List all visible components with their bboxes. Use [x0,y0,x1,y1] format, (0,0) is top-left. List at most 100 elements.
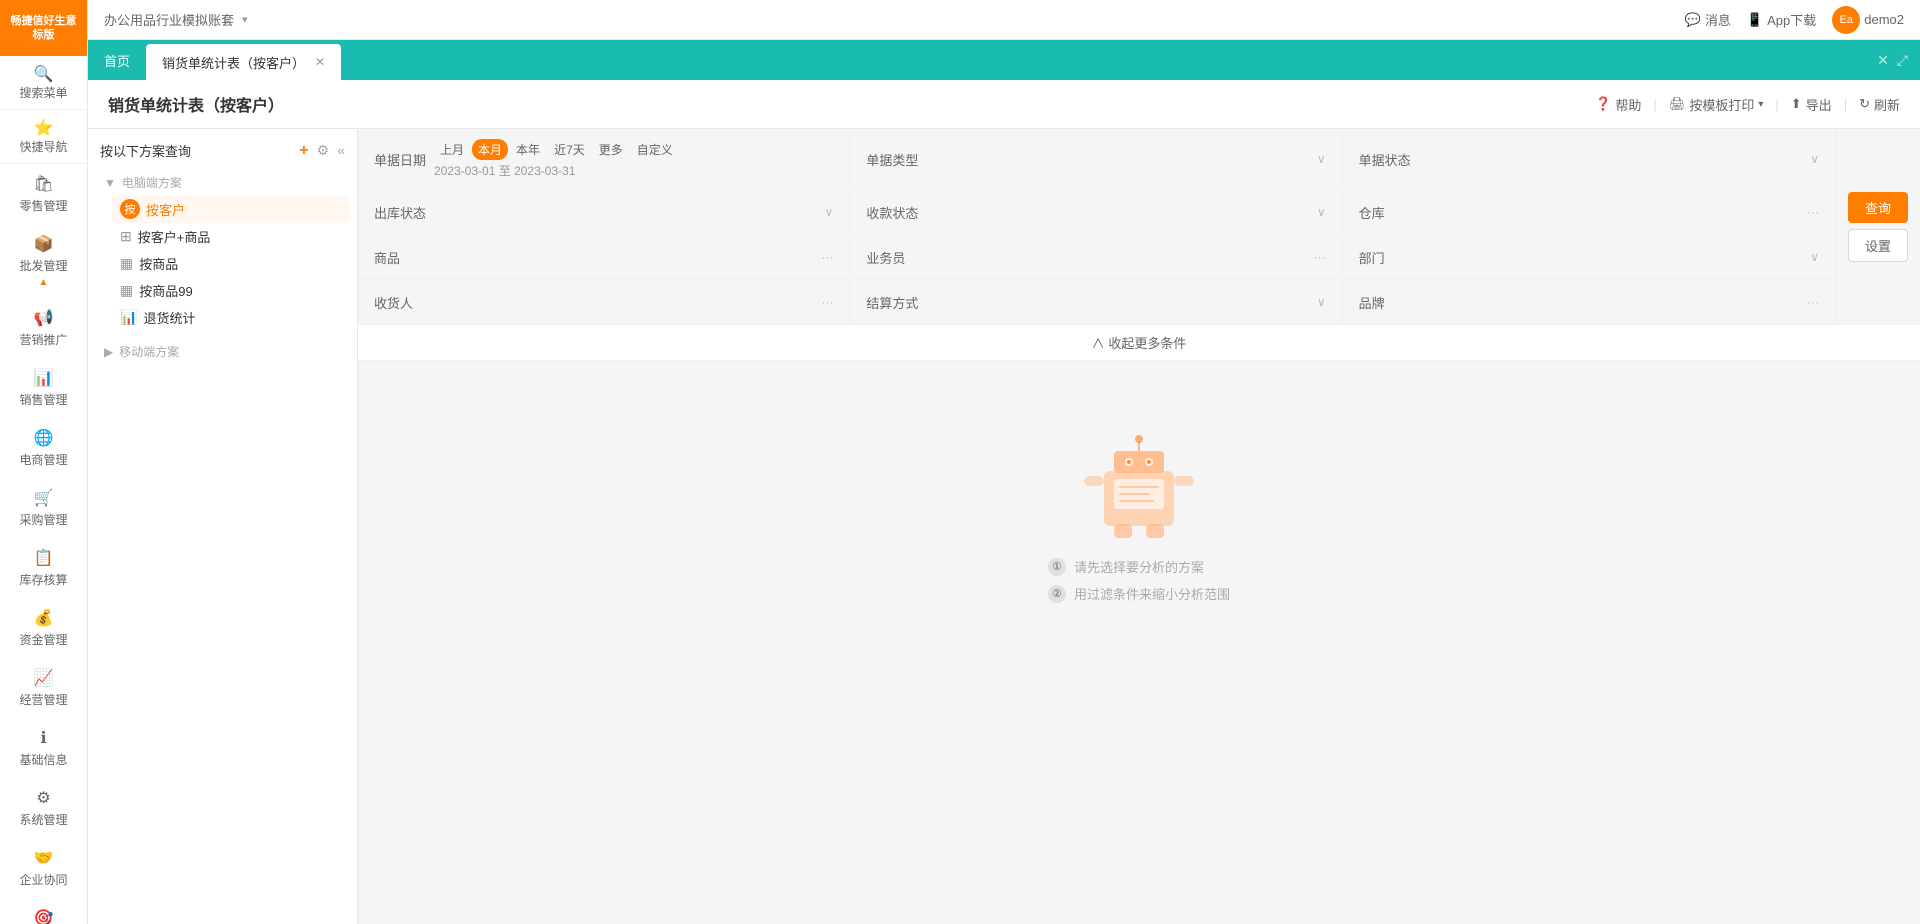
receiver-more-icon[interactable]: ··· [821,295,833,309]
tree-item-by-goods-99[interactable]: ▦ 按商品99 [112,277,349,304]
order-status-dropdown-icon[interactable]: ∨ [1810,152,1819,166]
sidebar: 畅捷信好生意标版 🔍 搜索菜单 ⭐ 快捷导航 🛍 零售管理 📦 批发管理 ▲ 📢… [0,0,88,924]
print-dropdown-icon[interactable]: ▾ [1758,99,1763,110]
sidebar-item-newguide[interactable]: 🎯 新手引导 [0,898,87,924]
warehouse-more-icon[interactable]: ··· [1807,205,1819,219]
tab-label: 销货单统计表（按客户） [162,53,305,72]
sidebar-item-retail[interactable]: 🛍 零售管理 [0,164,87,224]
tab-sales-stats[interactable]: 销货单统计表（按客户） ✕ [146,44,341,80]
out-status-dropdown-icon[interactable]: ∨ [825,205,834,219]
sidebar-item-marketing[interactable]: 📢 营销推广 [0,298,87,358]
filter-row-4: 收货人 ··· 结算方式 ∨ 品牌 [358,280,1835,325]
out-status-label: 出库状态 [374,203,426,222]
tabbar: 首页 销货单统计表（按客户） ✕ ✕ ⤢ [88,40,1920,80]
sidebar-item-wholesale[interactable]: 📦 批发管理 ▲ [0,224,87,298]
sidebar-item-quicknav[interactable]: ⭐ 快捷导航 [0,110,87,164]
chart-icon: 📊 [120,309,137,326]
by-customer-label: 按客户 [146,200,185,219]
sidebar-item-label: 搜索菜单 [0,84,87,101]
tree-desktop-children: 按 按客户 ⊞ 按客户+商品 ▦ 按商品 ▦ 按商品99 [96,195,349,331]
query-button[interactable]: 查询 [1848,192,1908,223]
staff-label: 业务员 [866,248,905,267]
filter-content: 单据日期 上月 本月 本年 近7天 更多 自定义 [358,129,1920,325]
sidebar-item-label: 采购管理 [19,511,67,528]
help-button[interactable]: ❓ 帮助 [1595,95,1641,114]
sidebar-item-enterprise[interactable]: 🤝 企业协同 [0,838,87,898]
date-tab-last-month[interactable]: 上月 [434,139,470,160]
sidebar-item-basic[interactable]: ℹ 基础信息 [0,718,87,778]
sidebar-item-purchase[interactable]: 🛒 采购管理 [0,478,87,538]
sidebar-item-inventory[interactable]: 📋 库存核算 [0,538,87,598]
tab-home[interactable]: 首页 [88,40,146,80]
date-tab-this-month[interactable]: 本月 [472,139,508,160]
mobile-expand-icon[interactable]: ▶ [104,345,113,359]
sidebar-item-label: 营销推广 [19,331,67,348]
sidebar-item-finance[interactable]: 💰 资金管理 [0,598,87,658]
brand-more-icon[interactable]: ··· [1807,295,1819,309]
collapse-label: 收起更多条件 [1108,336,1186,351]
date-tab-more[interactable]: 更多 [593,139,629,160]
order-type-label: 单据类型 [866,150,918,169]
sidebar-item-label: 批发管理 [19,257,67,274]
tab-maximize-icon[interactable]: ⤢ [1897,52,1908,69]
industry-dropdown[interactable]: ▾ [242,13,248,26]
sidebar-item-system[interactable]: ⚙ 系统管理 [0,778,87,838]
dept-dropdown-icon[interactable]: ∨ [1810,250,1819,264]
sidebar-item-label: 零售管理 [19,197,67,214]
newguide-icon: 🎯 [34,908,54,924]
right-panel: 单据日期 上月 本月 本年 近7天 更多 自定义 [358,129,1920,924]
staff-more-icon[interactable]: ··· [1314,250,1326,264]
date-label: 单据日期 [374,150,426,169]
add-scheme-icon[interactable]: + [299,142,308,160]
table2-icon: ▦ [120,282,133,299]
app-download-label: App下载 [1767,10,1816,29]
divider3: | [1844,97,1847,112]
step-1-num: ① [1048,558,1066,576]
ecommerce-icon: 🌐 [34,428,54,448]
settings-scheme-icon[interactable]: ⚙ [317,142,330,160]
date-tab-this-year[interactable]: 本年 [510,139,546,160]
message-button[interactable]: 💬 消息 [1685,10,1731,29]
date-tabs: 上月 本月 本年 近7天 更多 自定义 [434,139,833,160]
app-download-button[interactable]: 📱 App下载 [1747,10,1816,29]
collect-status-dropdown-icon[interactable]: ∨ [1317,205,1326,219]
template-print-label: 按模板打印 [1689,95,1754,114]
sidebar-item-operation[interactable]: 📈 经营管理 [0,658,87,718]
export-button[interactable]: ⬆ 导出 [1791,95,1832,114]
goods-more-icon[interactable]: ··· [821,250,833,264]
collapse-bar[interactable]: ∧ 收起更多条件 [358,325,1920,361]
grid-icon: ⊞ [120,228,132,245]
order-status-label: 单据状态 [1359,150,1411,169]
collapse-icon: ∧ [1092,336,1105,351]
date-range: 2023-03-01 至 2023-03-31 [434,162,833,179]
robot-svg [1079,421,1199,541]
settings-button[interactable]: 设置 [1848,229,1908,262]
expand-icon[interactable]: ▼ [104,176,116,190]
sidebar-item-sales[interactable]: 📊 销售管理 [0,358,87,418]
sales-icon: 📊 [34,368,54,388]
inventory-icon: 📋 [34,548,54,568]
sidebar-item-search[interactable]: 🔍 搜索菜单 [0,56,87,110]
tab-close-icon[interactable]: ✕ [315,55,325,69]
tab-minimize-icon[interactable]: ✕ [1877,52,1889,69]
settlement-dropdown-icon[interactable]: ∨ [1317,295,1326,309]
message-label: 消息 [1705,10,1731,29]
order-type-dropdown-icon[interactable]: ∨ [1317,152,1326,166]
date-tab-7days[interactable]: 近7天 [548,139,591,160]
refresh-button[interactable]: ↻ 刷新 [1859,95,1900,114]
tree-item-by-customer-goods[interactable]: ⊞ 按客户+商品 [112,223,349,250]
sidebar-item-ecommerce[interactable]: 🌐 电商管理 [0,418,87,478]
user-menu[interactable]: Ea demo2 [1832,6,1904,34]
date-tab-custom[interactable]: 自定义 [631,139,679,160]
filter-row-2: 出库状态 ∨ 收款状态 ∨ 仓库 [358,190,1835,235]
goods-label: 商品 [374,248,400,267]
settlement-label: 结算方式 [866,293,918,312]
template-print-button[interactable]: 🖨 按模板打印 ▾ [1669,95,1764,114]
tree-item-return-stats[interactable]: 📊 退货统计 [112,304,349,331]
topbar: 办公用品行业模拟账套 ▾ 💬 消息 📱 App下载 Ea demo2 [88,0,1920,40]
sidebar-item-label: 企业协同 [19,871,67,888]
collapse-panel-icon[interactable]: « [337,142,345,160]
tree-item-by-goods[interactable]: ▦ 按商品 [112,250,349,277]
tree-item-by-customer[interactable]: 按 按客户 [112,195,349,223]
search-icon: 🔍 [0,64,87,84]
